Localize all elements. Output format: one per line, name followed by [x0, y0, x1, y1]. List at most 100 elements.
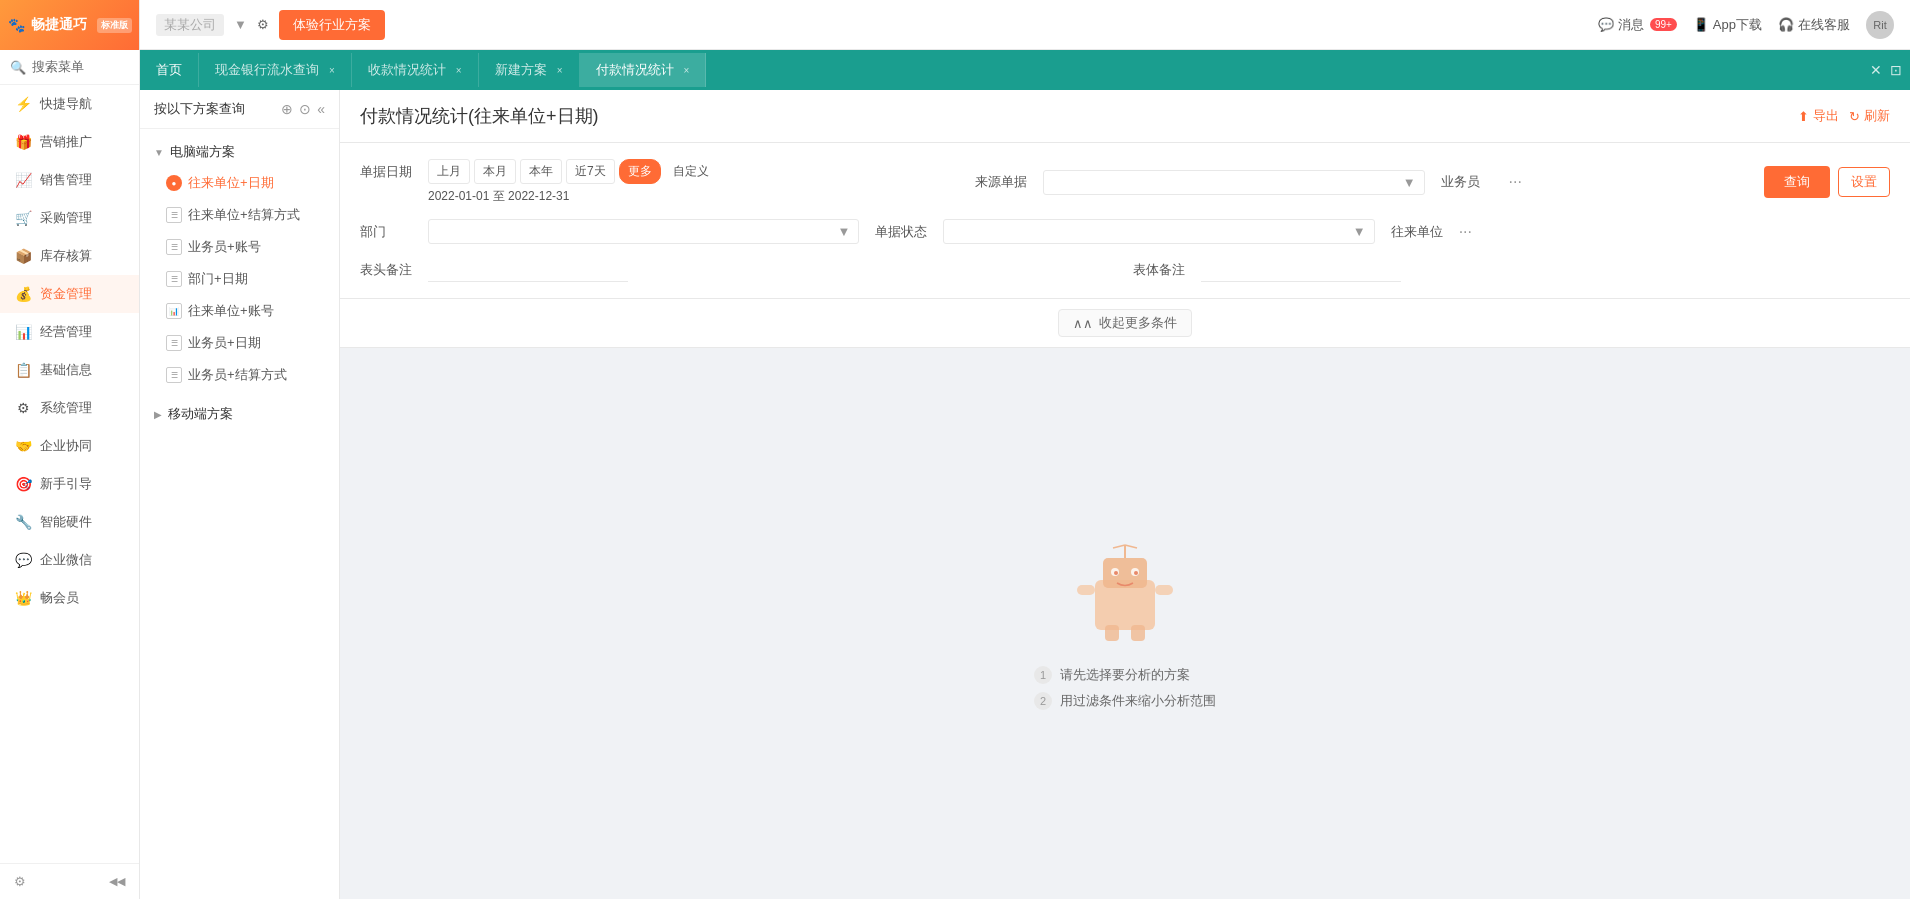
tab-payment-stats-label: 付款情况统计 — [596, 61, 674, 79]
sidebar-search[interactable]: 🔍 搜索菜单 — [0, 50, 139, 85]
service-icon: 🎧 — [1778, 17, 1794, 32]
sidebar-settings-icon[interactable]: ⚙ — [14, 874, 26, 889]
left-panel-actions: ⊕ ⊙ « — [281, 101, 325, 117]
sidebar-item-smart-hw[interactable]: 🔧 智能硬件 — [0, 503, 139, 541]
counterpart-dots-btn[interactable]: ··· — [1459, 223, 1472, 241]
plan-item-counterpart-date[interactable]: ● 往来单位+日期 — [140, 167, 339, 199]
sidebar-item-sales[interactable]: 📈 销售管理 — [0, 161, 139, 199]
doc-status-filter-section: 单据状态 ▼ — [875, 219, 1374, 244]
sidebar-item-marketing[interactable]: 🎁 营销推广 — [0, 123, 139, 161]
export-button[interactable]: ⬆ 导出 — [1798, 107, 1839, 125]
date-buttons: 上月 本月 本年 近7天 更多 自定义 — [428, 159, 717, 184]
sidebar-collapse-icon[interactable]: ◀◀ — [109, 875, 125, 888]
filter-row-3: 表头备注 表体备注 — [360, 258, 1890, 282]
mobile-section-arrow: ▶ — [154, 409, 162, 420]
staff-filter-label: 业务员 — [1441, 173, 1501, 191]
sidebar-item-label: 库存核算 — [40, 247, 92, 265]
tab-maximize-icon[interactable]: ⊡ — [1890, 62, 1902, 78]
tab-bank-flow-close[interactable]: × — [329, 65, 335, 76]
user-avatar[interactable]: Rit — [1866, 11, 1894, 39]
refresh-label: 刷新 — [1864, 107, 1890, 125]
topbar-settings-icon[interactable]: ⚙ — [257, 17, 269, 32]
sidebar-item-sys[interactable]: ⚙ 系统管理 — [0, 389, 139, 427]
message-item[interactable]: 💬 消息 99+ — [1598, 16, 1677, 34]
sidebar-item-purchase[interactable]: 🛒 采购管理 — [0, 199, 139, 237]
sidebar-item-enterprise-wx[interactable]: 💬 企业微信 — [0, 541, 139, 579]
purchase-icon: 🛒 — [14, 209, 32, 227]
search-label: 搜索菜单 — [32, 58, 84, 76]
sidebar-item-label: 新手引导 — [40, 475, 92, 493]
tab-close-all-icon[interactable]: ✕ — [1870, 62, 1882, 78]
table-body-remark-input[interactable] — [1201, 258, 1401, 282]
dept-select[interactable]: ▼ — [428, 219, 859, 244]
date-last-7days[interactable]: 近7天 — [566, 159, 615, 184]
plan-item-staff-account[interactable]: ☰ 业务员+账号 — [140, 231, 339, 263]
sidebar-item-vip[interactable]: 👑 畅会员 — [0, 579, 139, 617]
plan-item-counterpart-settle[interactable]: ☰ 往来单位+结算方式 — [140, 199, 339, 231]
sidebar-item-enterprise[interactable]: 🤝 企业协同 — [0, 427, 139, 465]
date-this-month[interactable]: 本月 — [474, 159, 516, 184]
tab-receipt-stats[interactable]: 收款情况统计 × — [352, 53, 479, 87]
tab-receipt-stats-label: 收款情况统计 — [368, 61, 446, 79]
source-filter-label: 来源单据 — [975, 173, 1035, 191]
tab-new-plan-close[interactable]: × — [557, 65, 563, 76]
source-select[interactable]: ▼ — [1043, 170, 1424, 195]
service-item[interactable]: 🎧 在线客服 — [1778, 16, 1850, 34]
collapse-label: 收起更多条件 — [1099, 314, 1177, 332]
plan-label: 部门+日期 — [188, 270, 248, 288]
add-plan-icon[interactable]: ⊕ — [281, 101, 293, 117]
table-head-remark-label: 表头备注 — [360, 261, 420, 279]
sidebar-item-basic-info[interactable]: 📋 基础信息 — [0, 351, 139, 389]
doc-status-select[interactable]: ▼ — [943, 219, 1374, 244]
tab-payment-stats-close[interactable]: × — [684, 65, 690, 76]
date-custom-btn[interactable]: 自定义 — [665, 160, 717, 183]
trial-button[interactable]: 体验行业方案 — [279, 10, 385, 40]
tab-home[interactable]: 首页 — [140, 53, 199, 87]
filter-area: 单据日期 上月 本月 本年 近7天 更多 自定义 2022-01-01 至 20… — [340, 143, 1910, 299]
date-more-btn[interactable]: 更多 — [619, 159, 661, 184]
sidebar-item-label: 营销推广 — [40, 133, 92, 151]
plan-item-dept-date[interactable]: ☰ 部门+日期 — [140, 263, 339, 295]
query-button[interactable]: 查询 — [1764, 166, 1830, 198]
table-head-remark-input[interactable] — [428, 258, 628, 282]
tab-payment-stats[interactable]: 付款情况统计 × — [580, 53, 707, 87]
sidebar-item-operation[interactable]: 📊 经营管理 — [0, 313, 139, 351]
plan-table-icon-2: ☰ — [166, 239, 182, 255]
app-download-item[interactable]: 📱 App下载 — [1693, 16, 1762, 34]
tab-receipt-stats-close[interactable]: × — [456, 65, 462, 76]
refresh-icon: ↻ — [1849, 109, 1860, 124]
plan-item-staff-settle[interactable]: ☰ 业务员+结算方式 — [140, 359, 339, 391]
sidebar-item-quick-nav[interactable]: ⚡ 快捷导航 — [0, 85, 139, 123]
message-label: 消息 — [1618, 16, 1644, 34]
collapse-conditions-btn[interactable]: ∧∧ 收起更多条件 — [1058, 309, 1192, 337]
plan-item-counterpart-account[interactable]: 📊 往来单位+账号 — [140, 295, 339, 327]
topbar-arrow: ▼ — [234, 17, 247, 32]
plan-active-icon: ● — [166, 175, 182, 191]
plan-item-staff-date[interactable]: ☰ 业务员+日期 — [140, 327, 339, 359]
tab-bank-flow[interactable]: 现金银行流水查询 × — [199, 53, 352, 87]
date-filter-label: 单据日期 — [360, 163, 420, 181]
sidebar-item-inventory[interactable]: 📦 库存核算 — [0, 237, 139, 275]
staff-dots-btn[interactable]: ··· — [1509, 173, 1522, 191]
finance-icon: 💰 — [14, 285, 32, 303]
desktop-section: ▼ 电脑端方案 ● 往来单位+日期 ☰ 往来单位+结算方式 ☰ 业务员+账号 ☰ — [140, 129, 339, 399]
settings-button[interactable]: 设置 — [1838, 167, 1890, 197]
refresh-button[interactable]: ↻ 刷新 — [1849, 107, 1890, 125]
date-this-year[interactable]: 本年 — [520, 159, 562, 184]
desktop-section-header[interactable]: ▼ 电脑端方案 — [140, 137, 339, 167]
newbie-icon: 🎯 — [14, 475, 32, 493]
dept-filter-label: 部门 — [360, 223, 420, 241]
source-filter-section: 来源单据 ▼ — [975, 170, 1424, 195]
filter-row-2: 部门 ▼ 单据状态 ▼ 往来单位 ··· — [360, 219, 1890, 244]
doc-status-arrow: ▼ — [1353, 224, 1366, 239]
mobile-section-header[interactable]: ▶ 移动端方案 — [140, 399, 339, 429]
sys-icon: ⚙ — [14, 399, 32, 417]
panel-collapse-icon[interactable]: « — [317, 101, 325, 117]
date-last-month[interactable]: 上月 — [428, 159, 470, 184]
plan-settings-icon[interactable]: ⊙ — [299, 101, 311, 117]
sidebar-item-finance[interactable]: 💰 资金管理 — [0, 275, 139, 313]
tab-new-plan[interactable]: 新建方案 × — [479, 53, 580, 87]
sidebar-item-newbie[interactable]: 🎯 新手引导 — [0, 465, 139, 503]
sidebar-item-label: 快捷导航 — [40, 95, 92, 113]
source-select-arrow: ▼ — [1403, 175, 1416, 190]
